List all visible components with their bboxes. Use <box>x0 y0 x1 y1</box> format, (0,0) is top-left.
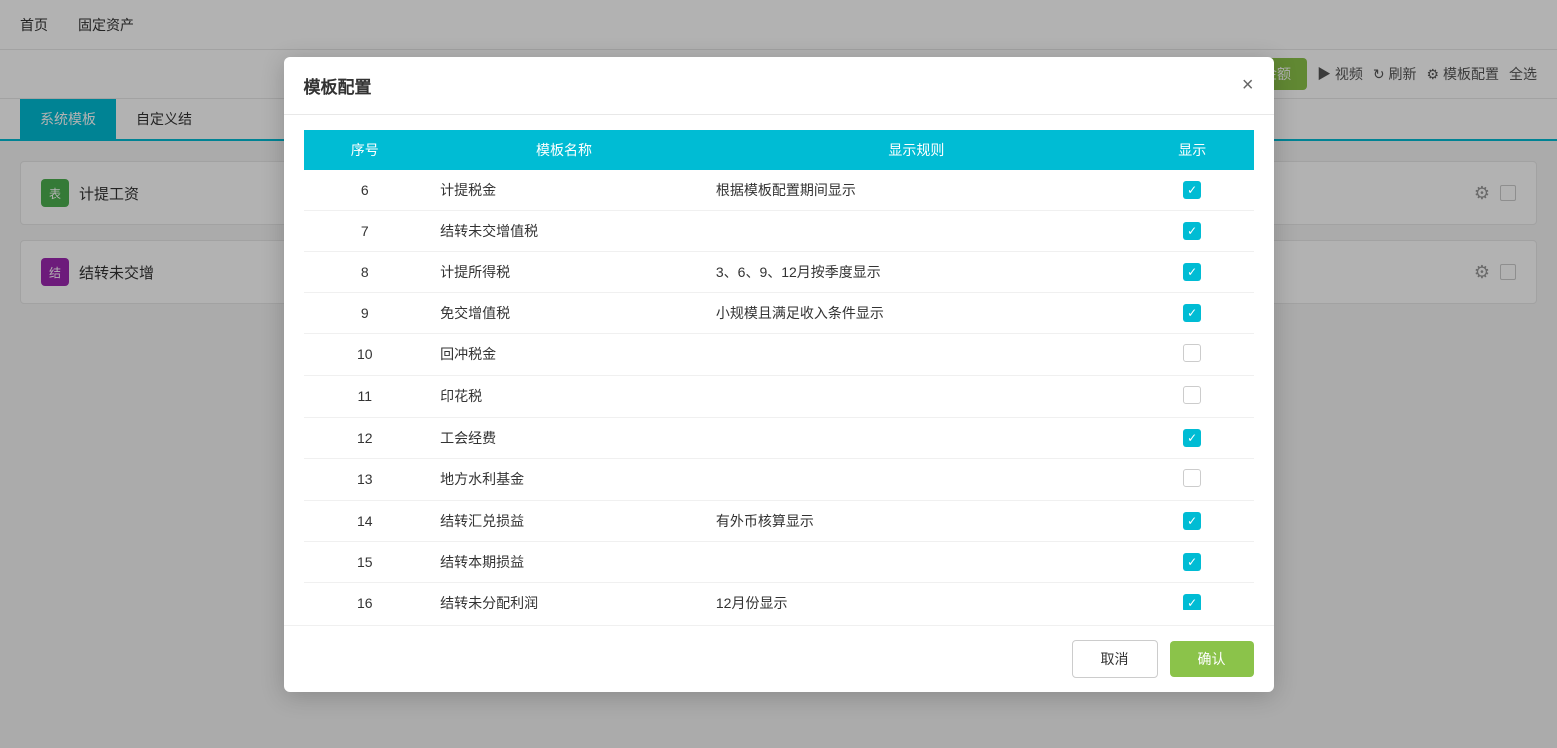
table-row: 14结转汇兑损益有外币核算显示 ✓ <box>304 500 1254 541</box>
checkbox-checked[interactable]: ✓ <box>1183 594 1201 610</box>
col-header-display: 显示 <box>1131 130 1254 170</box>
template-config-dialog: 模板配置 × 序号 模板名称 显示规则 显示 6 <box>284 57 1274 692</box>
cell-no: 13 <box>304 458 427 500</box>
checkbox-unchecked[interactable] <box>1183 344 1201 362</box>
table-row: 6计提税金根据模板配置期间显示 ✓ <box>304 170 1254 211</box>
dialog-footer: 取消 确认 <box>284 625 1274 692</box>
col-header-no: 序号 <box>304 130 427 170</box>
table-row: 11印花税 <box>304 375 1254 417</box>
cell-name: 免交增值税 <box>426 292 702 333</box>
cell-rule: 3、6、9、12月按季度显示 <box>702 251 1131 292</box>
cell-checkbox <box>1131 458 1254 500</box>
cell-rule <box>702 417 1131 458</box>
cell-rule: 小规模且满足收入条件显示 <box>702 292 1131 333</box>
checkbox-checked[interactable]: ✓ <box>1183 263 1201 281</box>
cell-no: 9 <box>304 292 427 333</box>
cell-checkbox: ✓ <box>1131 500 1254 541</box>
cell-checkbox: ✓ <box>1131 251 1254 292</box>
cell-checkbox: ✓ <box>1131 582 1254 610</box>
cell-checkbox: ✓ <box>1131 292 1254 333</box>
cell-name: 工会经费 <box>426 417 702 458</box>
cell-no: 11 <box>304 375 427 417</box>
cell-rule <box>702 541 1131 582</box>
checkbox-checked[interactable]: ✓ <box>1183 512 1201 530</box>
table-row: 9免交增值税小规模且满足收入条件显示 ✓ <box>304 292 1254 333</box>
table-row: 7结转未交增值税 ✓ <box>304 210 1254 251</box>
cell-rule <box>702 210 1131 251</box>
cell-no: 14 <box>304 500 427 541</box>
cell-rule: 根据模板配置期间显示 <box>702 170 1131 211</box>
dialog-body: 序号 模板名称 显示规则 显示 6计提税金根据模板配置期间显示✓7结转未交增值税… <box>284 115 1274 625</box>
cell-checkbox: ✓ <box>1131 170 1254 211</box>
cell-name: 印花税 <box>426 375 702 417</box>
checkbox-checked[interactable]: ✓ <box>1183 429 1201 447</box>
cell-no: 15 <box>304 541 427 582</box>
table-row: 12工会经费 ✓ <box>304 417 1254 458</box>
table-row: 15结转本期损益 ✓ <box>304 541 1254 582</box>
cell-name: 回冲税金 <box>426 333 702 375</box>
cell-no: 8 <box>304 251 427 292</box>
cell-name: 结转本期损益 <box>426 541 702 582</box>
cell-name: 计提税金 <box>426 170 702 211</box>
confirm-button[interactable]: 确认 <box>1170 641 1254 677</box>
table-row: 10回冲税金 <box>304 333 1254 375</box>
cell-rule <box>702 375 1131 417</box>
table-row: 8计提所得税3、6、9、12月按季度显示 ✓ <box>304 251 1254 292</box>
cell-no: 7 <box>304 210 427 251</box>
checkbox-checked[interactable]: ✓ <box>1183 553 1201 571</box>
table-scroll-container[interactable]: 序号 模板名称 显示规则 显示 6计提税金根据模板配置期间显示✓7结转未交增值税… <box>304 130 1254 610</box>
dialog-close-button[interactable]: × <box>1242 75 1254 95</box>
table-row: 13地方水利基金 <box>304 458 1254 500</box>
cell-name: 计提所得税 <box>426 251 702 292</box>
col-header-rule: 显示规则 <box>702 130 1131 170</box>
cell-name: 结转未交增值税 <box>426 210 702 251</box>
dialog-title: 模板配置 <box>304 73 372 98</box>
checkbox-unchecked[interactable] <box>1183 469 1201 487</box>
config-table: 序号 模板名称 显示规则 显示 6计提税金根据模板配置期间显示✓7结转未交增值税… <box>304 130 1254 610</box>
cell-checkbox: ✓ <box>1131 541 1254 582</box>
cell-rule <box>702 333 1131 375</box>
table-body: 6计提税金根据模板配置期间显示✓7结转未交增值税✓8计提所得税3、6、9、12月… <box>304 170 1254 610</box>
cell-no: 16 <box>304 582 427 610</box>
cell-rule: 12月份显示 <box>702 582 1131 610</box>
cell-checkbox: ✓ <box>1131 210 1254 251</box>
table-head: 序号 模板名称 显示规则 显示 <box>304 130 1254 170</box>
cell-no: 10 <box>304 333 427 375</box>
cell-name: 结转未分配利润 <box>426 582 702 610</box>
modal-overlay: 模板配置 × 序号 模板名称 显示规则 显示 6 <box>0 0 1557 748</box>
checkbox-checked[interactable]: ✓ <box>1183 304 1201 322</box>
cell-checkbox <box>1131 333 1254 375</box>
cell-name: 结转汇兑损益 <box>426 500 702 541</box>
checkbox-checked[interactable]: ✓ <box>1183 222 1201 240</box>
cancel-button[interactable]: 取消 <box>1072 640 1158 678</box>
col-header-name: 模板名称 <box>426 130 702 170</box>
cell-checkbox: ✓ <box>1131 417 1254 458</box>
cell-name: 地方水利基金 <box>426 458 702 500</box>
checkbox-unchecked[interactable] <box>1183 386 1201 404</box>
dialog-header: 模板配置 × <box>284 57 1274 115</box>
cell-rule: 有外币核算显示 <box>702 500 1131 541</box>
checkbox-checked[interactable]: ✓ <box>1183 181 1201 199</box>
cell-no: 12 <box>304 417 427 458</box>
cell-rule <box>702 458 1131 500</box>
table-row: 16结转未分配利润12月份显示 ✓ <box>304 582 1254 610</box>
cell-checkbox <box>1131 375 1254 417</box>
cell-no: 6 <box>304 170 427 211</box>
